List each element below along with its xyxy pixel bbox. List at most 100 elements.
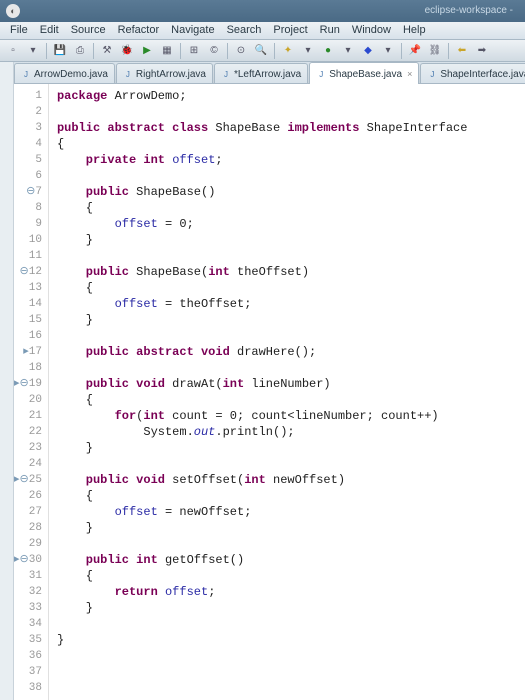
- new-package-icon[interactable]: ⊞: [185, 42, 203, 60]
- code-line[interactable]: [57, 168, 525, 184]
- code-line[interactable]: public int getOffset(): [57, 552, 525, 568]
- prev-annotation-icon[interactable]: ◆: [359, 42, 377, 60]
- code-line[interactable]: {: [57, 280, 525, 296]
- dropdown-icon[interactable]: ▾: [339, 42, 357, 60]
- menu-file[interactable]: File: [4, 22, 34, 38]
- menu-run[interactable]: Run: [314, 22, 346, 38]
- save-icon[interactable]: 💾: [51, 42, 69, 60]
- left-gutter-bar: [0, 62, 14, 700]
- code-line[interactable]: {: [57, 136, 525, 152]
- code-line[interactable]: package ArrowDemo;: [57, 88, 525, 104]
- java-file-icon: J: [427, 69, 437, 79]
- code-line[interactable]: [57, 664, 525, 680]
- menu-help[interactable]: Help: [397, 22, 432, 38]
- code-line[interactable]: }: [57, 600, 525, 616]
- line-number: 15: [14, 312, 42, 328]
- next-annotation-icon[interactable]: ●: [319, 42, 337, 60]
- code-line[interactable]: for(int count = 0; count<lineNumber; cou…: [57, 408, 525, 424]
- editor-tab[interactable]: JShapeBase.java×: [309, 62, 419, 84]
- code-line[interactable]: }: [57, 520, 525, 536]
- dropdown-icon[interactable]: ▾: [379, 42, 397, 60]
- code-line[interactable]: public void setOffset(int newOffset): [57, 472, 525, 488]
- debug-icon[interactable]: 🐞: [118, 42, 136, 60]
- code-line[interactable]: {: [57, 200, 525, 216]
- line-number: ⊖7: [14, 184, 42, 200]
- editor-tab[interactable]: JArrowDemo.java: [14, 63, 115, 83]
- editor-tab[interactable]: J*LeftArrow.java: [214, 63, 308, 83]
- code-editor[interactable]: 123456⊖7891011⊖1213141516▸1718▸⊖19202122…: [0, 84, 525, 700]
- code-line[interactable]: offset = theOffset;: [57, 296, 525, 312]
- search-icon[interactable]: 🔍: [252, 42, 270, 60]
- code-line[interactable]: return offset;: [57, 584, 525, 600]
- dropdown-icon[interactable]: ▾: [24, 42, 42, 60]
- code-line[interactable]: [57, 680, 525, 696]
- line-number: ▸17: [14, 344, 42, 360]
- code-line[interactable]: [57, 328, 525, 344]
- editor-tab[interactable]: JRightArrow.java: [116, 63, 213, 83]
- tab-label: ShapeInterface.java: [440, 69, 525, 80]
- line-number: 13: [14, 280, 42, 296]
- back-icon[interactable]: ⬅: [453, 42, 471, 60]
- code-line[interactable]: [57, 360, 525, 376]
- toggle-mark-icon[interactable]: ✦: [279, 42, 297, 60]
- separator: [401, 43, 402, 59]
- new-class-icon[interactable]: ©: [205, 42, 223, 60]
- eclipse-window: ◐ eclipse-workspace - FileEditSourceRefa…: [0, 0, 525, 700]
- line-number: ▸⊖19: [14, 376, 42, 392]
- code-line[interactable]: System.out.println();: [57, 424, 525, 440]
- tab-label: ShapeBase.java: [329, 69, 402, 80]
- menu-window[interactable]: Window: [346, 22, 397, 38]
- line-number: 29: [14, 536, 42, 552]
- separator: [274, 43, 275, 59]
- code-content[interactable]: package ArrowDemo; public abstract class …: [49, 84, 525, 700]
- code-line[interactable]: {: [57, 488, 525, 504]
- code-line[interactable]: [57, 616, 525, 632]
- forward-icon[interactable]: ➡: [473, 42, 491, 60]
- code-line[interactable]: private int offset;: [57, 152, 525, 168]
- save-all-icon[interactable]: ⎙: [71, 42, 89, 60]
- coverage-icon[interactable]: ▦: [158, 42, 176, 60]
- code-line[interactable]: [57, 536, 525, 552]
- code-line[interactable]: [57, 456, 525, 472]
- line-number: 35: [14, 632, 42, 648]
- java-file-icon: J: [21, 69, 31, 79]
- code-line[interactable]: [57, 104, 525, 120]
- new-icon[interactable]: ▫: [4, 42, 22, 60]
- code-line[interactable]: offset = 0;: [57, 216, 525, 232]
- code-line[interactable]: [57, 648, 525, 664]
- menu-source[interactable]: Source: [65, 22, 112, 38]
- code-line[interactable]: public abstract void drawHere();: [57, 344, 525, 360]
- editor-tab[interactable]: JShapeInterface.java: [420, 63, 525, 83]
- code-line[interactable]: }: [57, 632, 525, 648]
- line-number: ▸⊖30: [14, 552, 42, 568]
- window-title: eclipse-workspace -: [28, 5, 519, 16]
- code-line[interactable]: }: [57, 232, 525, 248]
- line-number: 3: [14, 120, 42, 136]
- pin-icon[interactable]: 📌: [406, 42, 424, 60]
- menu-edit[interactable]: Edit: [34, 22, 65, 38]
- code-line[interactable]: public void drawAt(int lineNumber): [57, 376, 525, 392]
- code-line[interactable]: public abstract class ShapeBase implemen…: [57, 120, 525, 136]
- link-icon[interactable]: ⛓: [426, 42, 444, 60]
- code-line[interactable]: }: [57, 312, 525, 328]
- menu-refactor[interactable]: Refactor: [112, 22, 166, 38]
- code-line[interactable]: public ShapeBase(int theOffset): [57, 264, 525, 280]
- title-bar: ◐ eclipse-workspace -: [0, 0, 525, 22]
- open-type-icon[interactable]: ⊙: [232, 42, 250, 60]
- build-icon[interactable]: ⚒: [98, 42, 116, 60]
- code-line[interactable]: }: [57, 440, 525, 456]
- code-line[interactable]: offset = newOffset;: [57, 504, 525, 520]
- tab-label: *LeftArrow.java: [234, 69, 301, 80]
- separator: [46, 43, 47, 59]
- menu-search[interactable]: Search: [221, 22, 268, 38]
- dropdown-icon[interactable]: ▾: [299, 42, 317, 60]
- menu-project[interactable]: Project: [267, 22, 313, 38]
- line-number: 32: [14, 584, 42, 600]
- code-line[interactable]: [57, 248, 525, 264]
- menu-navigate[interactable]: Navigate: [165, 22, 220, 38]
- run-icon[interactable]: ▶: [138, 42, 156, 60]
- close-icon[interactable]: ×: [407, 69, 412, 79]
- code-line[interactable]: {: [57, 392, 525, 408]
- code-line[interactable]: public ShapeBase(): [57, 184, 525, 200]
- code-line[interactable]: {: [57, 568, 525, 584]
